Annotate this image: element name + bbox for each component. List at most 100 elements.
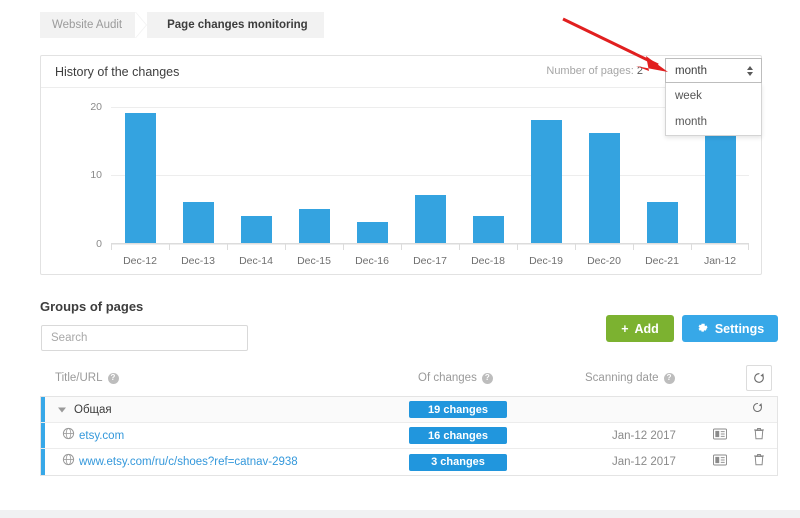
- number-of-pages-label: Number of pages:: [546, 65, 634, 77]
- breadcrumb-item-website-audit[interactable]: Website Audit: [40, 12, 137, 38]
- plus-icon: +: [621, 321, 629, 336]
- x-axis-tick-label: Dec-15: [297, 255, 331, 267]
- x-axis-tick-label: Dec-20: [587, 255, 621, 267]
- refresh-table-button[interactable]: [746, 365, 772, 391]
- bar-group: Dec-18: [459, 100, 517, 267]
- column-header-scanning-date[interactable]: Scanning date ?: [585, 372, 675, 384]
- x-axis-tick: [691, 243, 692, 250]
- globe-icon: [62, 453, 75, 471]
- period-option-month[interactable]: month: [666, 109, 761, 135]
- bar-group: Dec-19: [517, 100, 575, 267]
- changes-badge[interactable]: 3 changes: [409, 453, 507, 471]
- x-axis-tick-label: Dec-18: [471, 255, 505, 267]
- bar[interactable]: [588, 133, 620, 243]
- caret-down-icon[interactable]: [58, 407, 66, 412]
- search-input[interactable]: [41, 325, 248, 351]
- x-axis-tick: [111, 243, 112, 250]
- breadcrumb-item-current[interactable]: Page changes monitoring: [147, 12, 324, 38]
- x-axis-tick: [517, 243, 518, 250]
- changes-badge[interactable]: 16 changes: [409, 427, 507, 444]
- breadcrumb-parent-label: Website Audit: [52, 19, 123, 31]
- globe-icon: [62, 427, 75, 445]
- table-header: Title/URL ? Of changes ? Scanning date ?: [40, 365, 778, 396]
- row-details-button[interactable]: [713, 453, 727, 471]
- table-row-group[interactable]: Общая 19 changes: [41, 397, 777, 423]
- help-icon[interactable]: ?: [481, 372, 493, 384]
- table-row[interactable]: www.etsy.com/ru/c/shoes?ref=catnav-2938 3…: [41, 449, 777, 475]
- y-axis-tick-label: 20: [90, 100, 102, 113]
- bar[interactable]: [298, 208, 330, 243]
- number-of-pages-value: 2: [636, 65, 643, 77]
- x-axis-tick: [401, 243, 402, 250]
- row-delete-button[interactable]: [753, 427, 765, 445]
- row-details-button[interactable]: [713, 427, 727, 445]
- settings-button-label: Settings: [714, 321, 765, 336]
- y-axis-tick-label: 10: [90, 169, 102, 182]
- gear-icon: [698, 323, 708, 332]
- x-axis-tick: [169, 243, 170, 250]
- bar-series: Dec-12 Dec-13 Dec-14 Dec-15 Dec-16 Dec-17 Dec-…: [111, 100, 749, 267]
- period-option-week[interactable]: week: [666, 83, 761, 109]
- bar-group: Dec-12: [111, 100, 169, 267]
- changes-badge[interactable]: 19 changes: [409, 401, 507, 418]
- row-delete-button[interactable]: [753, 453, 765, 471]
- add-button[interactable]: + Add: [606, 315, 674, 342]
- groups-section-title: Groups of pages: [40, 299, 144, 314]
- refresh-icon: [754, 373, 764, 383]
- column-header-title-url-label: Title/URL: [55, 372, 103, 384]
- bar[interactable]: [356, 222, 388, 243]
- breadcrumb-separator-icon: [135, 12, 148, 38]
- period-select-menu[interactable]: week month: [665, 83, 762, 136]
- period-select-box[interactable]: month: [665, 58, 762, 83]
- page-url-link[interactable]: etsy.com: [79, 430, 124, 442]
- row-accent-bar: [41, 449, 45, 475]
- footer-strip: [0, 510, 800, 518]
- column-header-of-changes[interactable]: Of changes ?: [418, 372, 493, 384]
- period-select[interactable]: month week month: [665, 58, 762, 136]
- row-refresh-button[interactable]: [751, 401, 764, 419]
- settings-button[interactable]: Settings: [682, 315, 778, 342]
- group-name: Общая: [74, 403, 112, 416]
- bar-group: Dec-17: [401, 100, 459, 267]
- x-axis-tick: [285, 243, 286, 250]
- x-axis-tick-label: Dec-16: [355, 255, 389, 267]
- bar-group: Dec-13: [169, 100, 227, 267]
- bar[interactable]: [472, 215, 504, 243]
- bar[interactable]: [182, 201, 214, 243]
- x-axis-tick: [227, 243, 228, 250]
- help-icon[interactable]: ?: [107, 372, 119, 384]
- row-accent-bar: [41, 423, 45, 448]
- period-select-value: month: [675, 64, 707, 77]
- row-accent-bar: [41, 397, 45, 422]
- x-axis-tick-label: Dec-12: [123, 255, 157, 267]
- history-chart-card: History of the changes Number of pages: …: [40, 55, 762, 275]
- y-axis-tick-label: 0: [96, 238, 102, 250]
- breadcrumb-current-label: Page changes monitoring: [167, 19, 308, 31]
- gridline: [111, 244, 749, 245]
- bar[interactable]: [124, 112, 156, 243]
- add-button-label: Add: [634, 321, 659, 336]
- x-axis-tick: [459, 243, 460, 250]
- column-header-scanning-date-label: Scanning date: [585, 372, 659, 384]
- stepper-arrows-icon[interactable]: [747, 65, 753, 76]
- help-icon[interactable]: ?: [663, 372, 675, 384]
- x-axis-tick-label: Dec-14: [239, 255, 273, 267]
- bar[interactable]: [530, 119, 562, 243]
- bar[interactable]: [240, 215, 272, 243]
- bar-group: Dec-14: [227, 100, 285, 267]
- chart-plot-area: 0 10 20 Dec-12 Dec-13 Dec-14 Dec-15 Dec-16 Dec-1…: [90, 100, 749, 267]
- number-of-pages: Number of pages: 2: [546, 65, 643, 77]
- page-url-link[interactable]: www.etsy.com/ru/c/shoes?ref=catnav-2938: [79, 456, 298, 468]
- bar[interactable]: [646, 201, 678, 243]
- x-axis-tick-label: Dec-21: [645, 255, 679, 267]
- bar[interactable]: [414, 195, 446, 243]
- column-header-title-url[interactable]: Title/URL ?: [55, 372, 119, 384]
- page-root: Website Audit Page changes monitoring Hi…: [0, 0, 800, 518]
- bar-group: Dec-16: [343, 100, 401, 267]
- x-axis-tick-label: Dec-13: [181, 255, 215, 267]
- breadcrumb: Website Audit Page changes monitoring: [40, 12, 324, 38]
- column-header-of-changes-label: Of changes: [418, 372, 477, 384]
- scanning-date: Jan-12 2017: [612, 429, 676, 442]
- x-axis-tick: [633, 243, 634, 250]
- table-row[interactable]: etsy.com 16 changes Jan-12 2017: [41, 423, 777, 449]
